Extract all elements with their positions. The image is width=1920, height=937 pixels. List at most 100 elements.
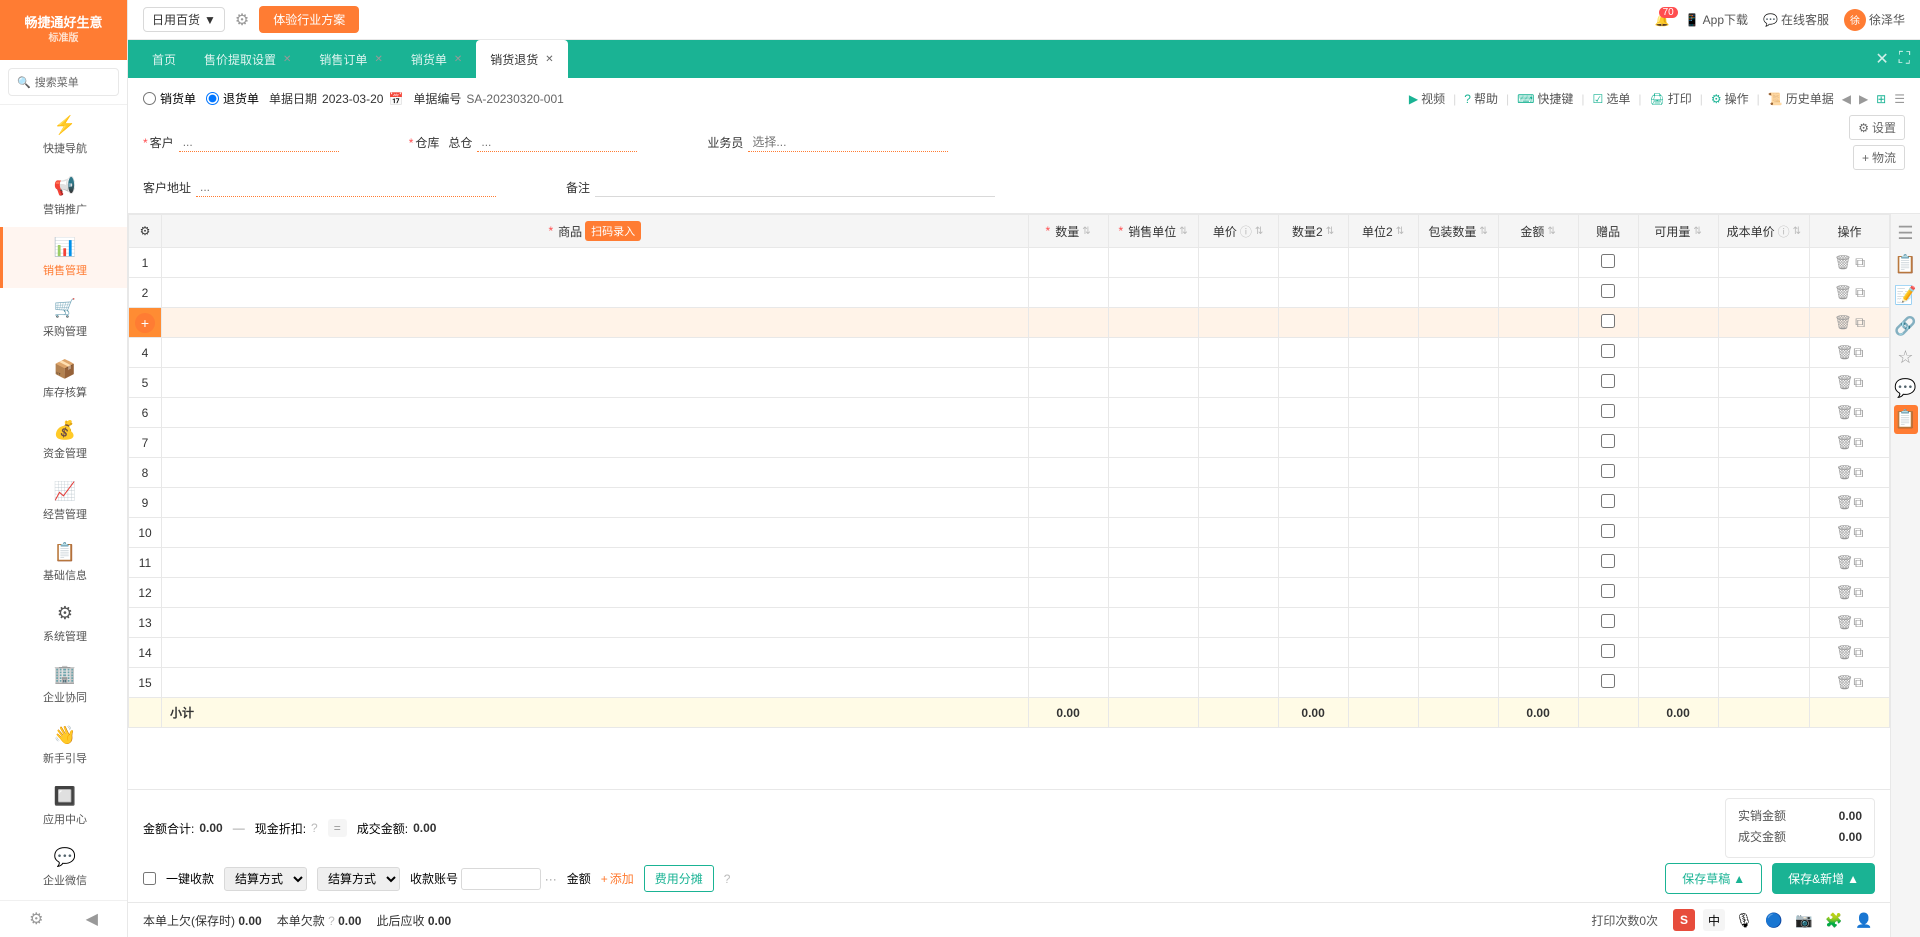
next-icon[interactable]: ▶	[1859, 92, 1868, 106]
tab-sales-delivery[interactable]: 销货单 ✕	[397, 40, 476, 78]
expand-button[interactable]: ⛶	[1899, 50, 1910, 68]
sidebar-item-sales[interactable]: 📊 销售管理	[0, 227, 127, 288]
delete-row-button[interactable]: 🗑	[1836, 404, 1854, 421]
sidebar-settings-button[interactable]: ⚙	[29, 909, 43, 929]
taskbar-icon-4[interactable]: 🔵	[1763, 909, 1785, 931]
sidebar-item-purchase[interactable]: 🛒 采购管理	[0, 288, 127, 349]
video-toolbar-item[interactable]: ▶ 视频	[1409, 90, 1445, 107]
online-service-button[interactable]: 💬 在线客服	[1763, 11, 1829, 28]
copy-row-button[interactable]: ⧉	[1853, 524, 1863, 541]
delete-row-button[interactable]: 🗑	[1834, 284, 1852, 301]
radio-sales[interactable]: 销货单	[143, 90, 196, 107]
debit-help-icon[interactable]: ?	[328, 914, 335, 928]
right-sidebar-btn-6[interactable]: 💬	[1894, 374, 1918, 403]
warehouse-input[interactable]	[477, 133, 637, 152]
tab-close-icon[interactable]: ✕	[454, 54, 462, 65]
staff-input[interactable]	[748, 133, 948, 152]
taskbar-icon-2[interactable]: 中	[1703, 909, 1725, 931]
account-dots[interactable]: ···	[545, 872, 557, 886]
add-row-button[interactable]: +	[135, 313, 155, 333]
shortcut-toolbar-item[interactable]: ⌨ 快捷键	[1517, 90, 1573, 107]
app-download-button[interactable]: 📱 App下载	[1685, 11, 1748, 28]
industry-select[interactable]: 日用百货 ▼	[143, 7, 225, 32]
notification-button[interactable]: 🔔 70	[1655, 13, 1670, 27]
taskbar-icon-7[interactable]: 👤	[1853, 909, 1875, 931]
delete-row-button[interactable]: 🗑	[1836, 554, 1854, 571]
copy-row-button[interactable]: ⧉	[1853, 374, 1863, 391]
right-sidebar-btn-2[interactable]: 📋	[1894, 250, 1918, 279]
delete-row-button[interactable]: 🗑	[1834, 314, 1852, 331]
delete-row-button[interactable]: 🗑	[1836, 374, 1854, 391]
delete-row-button[interactable]: 🗑	[1836, 614, 1854, 631]
select-toolbar-item[interactable]: ☑ 选单	[1593, 90, 1631, 107]
delete-row-button[interactable]: 🗑	[1836, 674, 1854, 691]
taskbar-icon-5[interactable]: 📷	[1793, 909, 1815, 931]
experience-button[interactable]: 体验行业方案	[259, 6, 359, 33]
copy-row-button[interactable]: ⧉	[1853, 494, 1863, 511]
expense-help-icon[interactable]: ?	[724, 872, 731, 886]
copy-row-button[interactable]: ⧉	[1853, 554, 1863, 571]
delete-row-button[interactable]: 🗑	[1836, 464, 1854, 481]
copy-row-button[interactable]: ⧉	[1853, 674, 1863, 691]
save-new-button[interactable]: 保存&新增 ▲	[1772, 863, 1875, 894]
sidebar-item-quick-nav[interactable]: ⚡ 快捷导航	[0, 105, 127, 166]
operate-toolbar-item[interactable]: ⚙ 操作	[1711, 90, 1749, 107]
history-toolbar-item[interactable]: 📜 历史单据	[1768, 90, 1834, 107]
calendar-icon[interactable]: 📅	[388, 92, 403, 106]
taskbar-icon-6[interactable]: 🧩	[1823, 909, 1845, 931]
tab-sales-order[interactable]: 销售订单 ✕	[305, 40, 396, 78]
col-settings[interactable]: ⚙	[129, 215, 162, 248]
delete-row-button[interactable]: 🗑	[1834, 254, 1852, 271]
topbar-gear-icon[interactable]: ⚙	[235, 10, 249, 30]
delete-row-button[interactable]: 🗑	[1836, 584, 1854, 601]
scan-button[interactable]: 扫码录入	[585, 221, 641, 241]
delete-row-button[interactable]: 🗑	[1836, 524, 1854, 541]
tab-close-icon[interactable]: ✕	[374, 54, 382, 65]
add-payment-button[interactable]: + 添加	[601, 870, 634, 887]
gift-checkbox[interactable]	[1601, 254, 1615, 268]
copy-row-button[interactable]: ⧉	[1855, 254, 1865, 271]
sidebar-item-finance[interactable]: 💰 资金管理	[0, 410, 127, 471]
grid-view-icon[interactable]: ⊞	[1876, 92, 1886, 106]
prev-icon[interactable]: ◀	[1842, 92, 1851, 106]
taskbar-icon-3[interactable]: 🎙	[1733, 909, 1755, 931]
note-input[interactable]	[595, 178, 995, 197]
sidebar-item-app-center[interactable]: 🔲 应用中心	[0, 776, 127, 837]
sidebar-item-marketing[interactable]: 📢 营销推广	[0, 166, 127, 227]
tab-close-icon[interactable]: ✕	[283, 54, 291, 65]
tab-sales-return[interactable]: 销货退货 ✕	[476, 40, 567, 78]
delete-row-button[interactable]: 🗑	[1836, 494, 1854, 511]
settlement-calc-select[interactable]: 结算方式	[317, 867, 400, 891]
right-sidebar-btn-4[interactable]: 🔗	[1894, 312, 1918, 341]
save-draft-button[interactable]: 保存草稿 ▲	[1665, 863, 1762, 894]
copy-row-button[interactable]: ⧉	[1855, 314, 1865, 331]
settlement-method-select[interactable]: 结算方式	[224, 867, 307, 891]
address-input[interactable]	[196, 178, 496, 197]
sidebar-collapse-button[interactable]: ◀	[86, 909, 98, 929]
right-sidebar-btn-1[interactable]: ☰	[1894, 219, 1918, 248]
sidebar-item-system[interactable]: ⚙ 系统管理	[0, 593, 127, 654]
expense-split-button[interactable]: 费用分摊	[644, 865, 714, 892]
radio-return[interactable]: 退货单	[206, 90, 259, 107]
tab-price-settings[interactable]: 售价提取设置 ✕	[190, 40, 305, 78]
list-view-icon[interactable]: ☰	[1894, 92, 1905, 106]
copy-row-button[interactable]: ⧉	[1855, 284, 1865, 301]
sidebar-item-basic-info[interactable]: 📋 基础信息	[0, 532, 127, 593]
copy-row-button[interactable]: ⧉	[1853, 344, 1863, 361]
gift-checkbox[interactable]	[1601, 314, 1615, 328]
copy-row-button[interactable]: ⧉	[1853, 614, 1863, 631]
help-toolbar-item[interactable]: ? 帮助	[1464, 90, 1498, 107]
tab-close-icon[interactable]: ✕	[545, 54, 553, 65]
delete-row-button[interactable]: 🗑	[1836, 644, 1854, 661]
sidebar-item-newcomer[interactable]: 👋 新手引导	[0, 715, 127, 776]
info-icon[interactable]: ⓘ	[1240, 223, 1252, 240]
delete-row-button[interactable]: 🗑	[1836, 434, 1854, 451]
copy-row-button[interactable]: ⧉	[1853, 584, 1863, 601]
right-sidebar-btn-3[interactable]: 📝	[1894, 281, 1918, 310]
discount-help-icon[interactable]: ?	[311, 821, 318, 835]
logistics-button[interactable]: + 物流	[1853, 145, 1905, 170]
copy-row-button[interactable]: ⧉	[1853, 644, 1863, 661]
copy-row-button[interactable]: ⧉	[1853, 404, 1863, 421]
user-menu-button[interactable]: 徐 徐泽华	[1844, 9, 1905, 31]
info-icon[interactable]: ⓘ	[1778, 223, 1790, 240]
